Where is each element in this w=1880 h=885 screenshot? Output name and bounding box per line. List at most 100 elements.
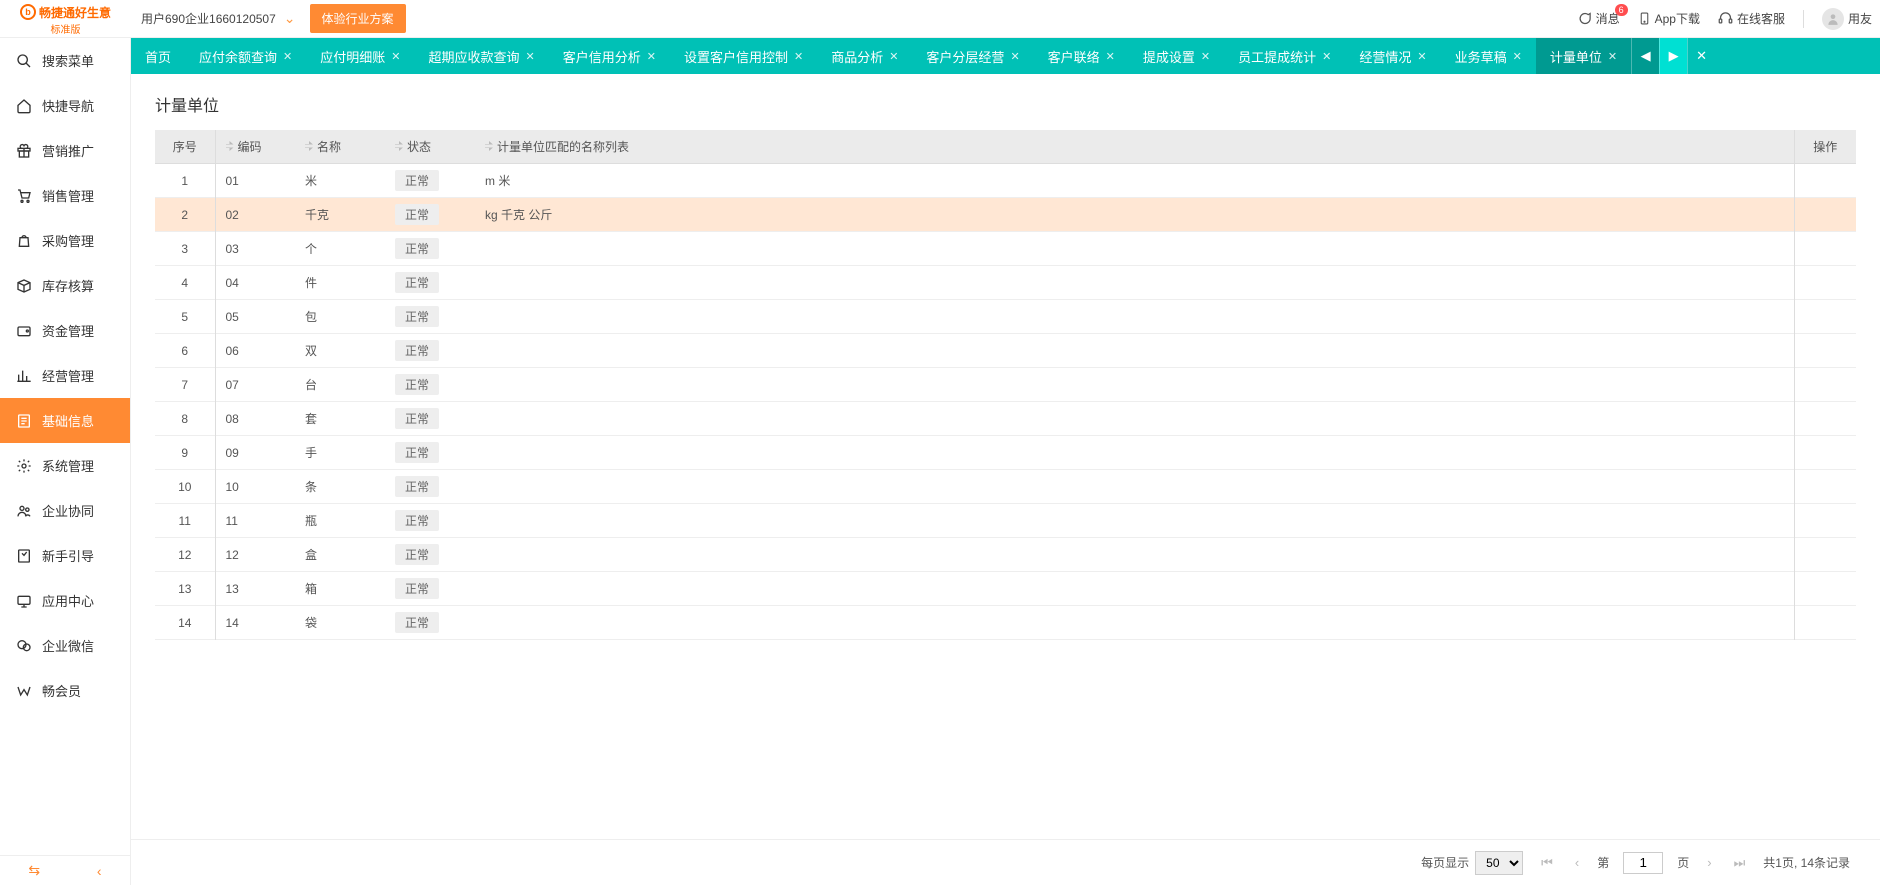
- sidebar-item-chart[interactable]: 经营管理: [0, 353, 130, 398]
- tab-1[interactable]: 应付余额查询✕: [185, 38, 306, 74]
- tab-13[interactable]: 计量单位✕: [1536, 38, 1631, 74]
- sidebar-item-box[interactable]: 库存核算: [0, 263, 130, 308]
- tab-8[interactable]: 客户联络 ✕: [1034, 38, 1129, 74]
- tab-close-all[interactable]: ✕: [1687, 38, 1715, 74]
- company-selector[interactable]: 用户690企业1660120507 ⌄: [141, 10, 296, 27]
- sidebar-item-home[interactable]: 快捷导航: [0, 83, 130, 128]
- sidebar-item-bag[interactable]: 采购管理: [0, 218, 130, 263]
- page-input[interactable]: [1623, 852, 1663, 874]
- close-icon[interactable]: ✕: [1608, 50, 1617, 63]
- messages-button[interactable]: 消息 6: [1577, 10, 1620, 27]
- table-row[interactable]: 1313箱正常: [155, 572, 1856, 606]
- cell-index: 11: [155, 504, 215, 538]
- sidebar-item-cart[interactable]: 销售管理: [0, 173, 130, 218]
- last-page-button[interactable]: ⏭: [1730, 855, 1750, 871]
- cell-code: 13: [215, 572, 295, 606]
- close-icon[interactable]: ✕: [1513, 50, 1522, 63]
- table-row[interactable]: 1414袋正常: [155, 606, 1856, 640]
- tab-3[interactable]: 超期应收款查询 ✕: [414, 38, 548, 74]
- tab-strip: 首页应付余额查询✕应付明细账✕超期应收款查询✕客户信用分析✕设置客户信用控制✕商…: [131, 38, 1880, 74]
- close-icon[interactable]: ✕: [1322, 50, 1331, 63]
- solution-button[interactable]: 体验行业方案: [310, 4, 406, 33]
- tab-11[interactable]: 经营情况✕: [1345, 38, 1440, 74]
- table-row[interactable]: 909手正常: [155, 436, 1856, 470]
- sidebar-item-wallet[interactable]: 资金管理: [0, 308, 130, 353]
- table-row[interactable]: 606双正常: [155, 334, 1856, 368]
- pagesize-select[interactable]: 50: [1475, 851, 1523, 875]
- topbar-right: 消息 6 App下载 在线客服 用友: [1577, 8, 1872, 30]
- sidebar-item-search[interactable]: 搜索菜单: [0, 38, 130, 83]
- next-page-button[interactable]: ›: [1703, 855, 1715, 870]
- sidebar-item-wechat[interactable]: 企业微信: [0, 623, 130, 668]
- tab-0[interactable]: 首页: [131, 38, 185, 74]
- cell-ops: [1794, 504, 1856, 538]
- sidebar-item-doc[interactable]: 基础信息: [0, 398, 130, 443]
- cell-code: 11: [215, 504, 295, 538]
- close-icon[interactable]: ✕: [283, 50, 292, 63]
- close-icon[interactable]: ✕: [794, 50, 803, 63]
- cell-ops: [1794, 470, 1856, 504]
- tab-2[interactable]: 应付明细账✕: [306, 38, 414, 74]
- table-row[interactable]: 505包正常: [155, 300, 1856, 334]
- col-status[interactable]: 状态: [385, 130, 475, 164]
- table-row[interactable]: 404件正常: [155, 266, 1856, 300]
- tab-12[interactable]: 业务草稿✕: [1441, 38, 1536, 74]
- table-row[interactable]: 1010条正常: [155, 470, 1856, 504]
- tab-4[interactable]: 客户信用分析✕: [549, 38, 670, 74]
- tab-scroll-right[interactable]: ▶: [1659, 38, 1687, 74]
- pagination: 每页显示 50 ⏮ ‹ 第 页 › ⏭ 共1页, 14条记录: [131, 839, 1880, 885]
- online-service-button[interactable]: 在线客服: [1718, 10, 1785, 27]
- user-menu[interactable]: 用友: [1822, 8, 1872, 30]
- cell-ops: [1794, 368, 1856, 402]
- close-icon[interactable]: ✕: [1417, 50, 1426, 63]
- first-page-button[interactable]: ⏮: [1537, 855, 1557, 871]
- tab-10[interactable]: 员工提成统计✕: [1224, 38, 1345, 74]
- tab-label: 超期应收款查询: [428, 47, 519, 66]
- tab-7[interactable]: 客户分层经营✕: [912, 38, 1033, 74]
- table-row[interactable]: 1111瓶正常: [155, 504, 1856, 538]
- cell-name: 米: [295, 164, 385, 198]
- prev-page-button[interactable]: ‹: [1571, 855, 1583, 870]
- cell-name: 手: [295, 436, 385, 470]
- close-icon[interactable]: ✕: [889, 50, 898, 63]
- pager-totals: 共1页, 14条记录: [1763, 854, 1850, 871]
- cell-index: 8: [155, 402, 215, 436]
- tab-scroll-left[interactable]: ◀: [1631, 38, 1659, 74]
- sidebar-item-gear[interactable]: 系统管理: [0, 443, 130, 488]
- close-icon[interactable]: ✕: [1106, 50, 1115, 63]
- tab-6[interactable]: 商品分析✕: [817, 38, 912, 74]
- sidebar-item-label: 库存核算: [42, 276, 94, 295]
- close-icon[interactable]: ✕: [1010, 50, 1019, 63]
- table-row[interactable]: 202千克正常kg 千克 公斤: [155, 198, 1856, 232]
- close-icon[interactable]: ✕: [526, 50, 535, 63]
- status-badge: 正常: [395, 306, 439, 327]
- cell-index: 9: [155, 436, 215, 470]
- close-icon[interactable]: ✕: [391, 50, 400, 63]
- col-name[interactable]: 名称: [295, 130, 385, 164]
- status-badge: 正常: [395, 204, 439, 225]
- close-icon[interactable]: ✕: [1201, 50, 1210, 63]
- col-ops[interactable]: 操作: [1794, 130, 1856, 164]
- cell-name: 双: [295, 334, 385, 368]
- sidebar-item-team[interactable]: 企业协同: [0, 488, 130, 533]
- page-suffix: 页: [1677, 854, 1689, 871]
- table-row[interactable]: 808套正常: [155, 402, 1856, 436]
- table-row[interactable]: 303个正常: [155, 232, 1856, 266]
- table-row[interactable]: 707台正常: [155, 368, 1856, 402]
- sidebar-item-gift[interactable]: 营销推广: [0, 128, 130, 173]
- tab-label: 客户联络: [1048, 47, 1100, 66]
- table-row[interactable]: 1212盒正常: [155, 538, 1856, 572]
- sidebar-more-icon[interactable]: ‹: [97, 863, 102, 879]
- sidebar-item-tv[interactable]: 应用中心: [0, 578, 130, 623]
- tab-9[interactable]: 提成设置✕: [1129, 38, 1224, 74]
- tab-5[interactable]: 设置客户信用控制✕: [670, 38, 817, 74]
- sidebar-collapse-icon[interactable]: ⇆: [28, 862, 40, 879]
- sidebar-item-vip[interactable]: 畅会员: [0, 668, 130, 713]
- col-alias[interactable]: 计量单位匹配的名称列表: [475, 130, 1794, 164]
- app-download-button[interactable]: App下载: [1638, 10, 1700, 27]
- table-row[interactable]: 101米正常m 米: [155, 164, 1856, 198]
- col-index[interactable]: 序号: [155, 130, 215, 164]
- close-icon[interactable]: ✕: [647, 50, 656, 63]
- sidebar-item-hand[interactable]: 新手引导: [0, 533, 130, 578]
- col-code[interactable]: 编码: [215, 130, 295, 164]
